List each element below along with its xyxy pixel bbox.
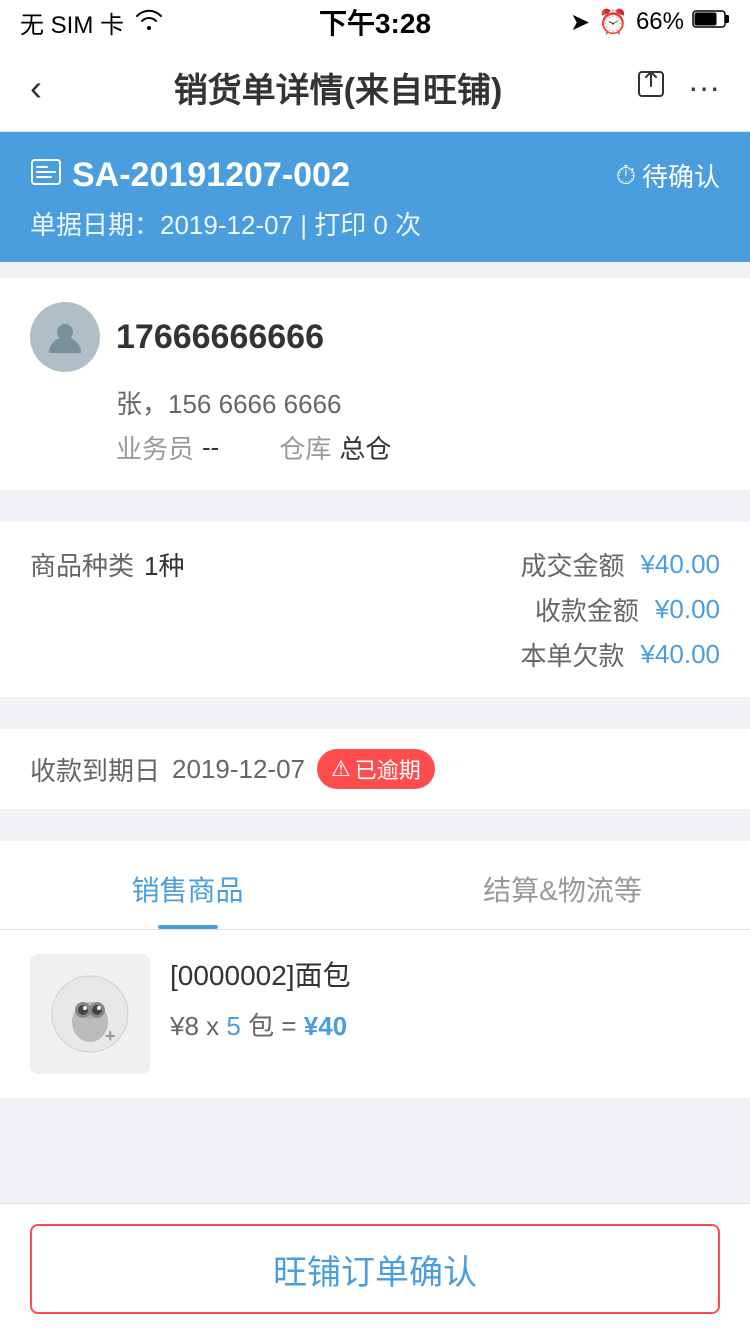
overdue-icon: ⚠ [331,756,351,782]
product-item: + [0000002]面包 ¥8 x 5 包 = ¥40 [30,954,720,1074]
nav-bar: ‹ 销货单详情(来自旺铺) ··· [0,44,750,132]
order-status-badge: ⏱ 待确认 [616,157,720,194]
owed-item: 本单欠款 ¥40.00 [520,636,720,673]
product-info: [0000002]面包 ¥8 x 5 包 = ¥40 [170,954,720,1043]
summary-section: 商品种类 1种 成交金额 ¥40.00 收款金额 ¥0.00 本单欠款 ¥40.… [0,522,750,697]
more-button[interactable]: ··· [688,69,720,106]
received-label: 收款金额 [535,591,639,628]
product-name: [0000002]面包 [170,954,720,994]
due-label: 收款到期日 [30,751,160,788]
order-id: SA-20191207-002 [30,156,350,195]
received-value: ¥0.00 [655,594,720,625]
status-bar-left: 无 SIM 卡 [20,5,164,40]
sales-meta: 业务员 -- [116,429,219,466]
overdue-text: 已逾期 [355,753,421,785]
svg-text:+: + [105,1026,116,1046]
amount-value: ¥40.00 [640,549,720,580]
location-icon: ➤ [570,8,590,37]
due-section: 收款到期日 2019-12-07 ⚠ 已逾期 [0,729,750,809]
warehouse-value: 总仓 [339,429,391,466]
battery-text: 66% [636,8,684,36]
order-icon [30,158,62,194]
status-bar-right: ➤ ⏰ 66% [570,8,730,37]
price-text: ¥8 [170,1011,199,1041]
customer-contact: 张，156 6666 6666 [30,384,720,421]
overdue-badge: ⚠ 已逾期 [317,749,435,789]
wangpu-confirm-button[interactable]: 旺铺订单确认 [30,1224,720,1314]
unit-text: 包 [248,1011,274,1041]
avatar [30,302,100,372]
customer-meta: 业务员 -- 仓库 总仓 [30,429,720,466]
clock-icon: ⏱ [616,160,636,192]
status-bar-time: 下午3:28 [319,2,431,42]
customer-phone: 17666666666 [116,318,324,357]
confirm-button-label: 旺铺订单确认 [273,1245,477,1294]
product-qty: 5 [226,1011,240,1041]
tab-settlement-label: 结算&物流等 [483,875,642,906]
warehouse-label: 仓库 [279,429,331,466]
header-card-top: SA-20191207-002 ⏱ 待确认 [30,156,720,195]
divider-2 [0,697,750,713]
confirm-button-container: 旺铺订单确认 [0,1203,750,1334]
tab-sales[interactable]: 销售商品 [0,841,375,929]
summary-right: 成交金额 ¥40.00 收款金额 ¥0.00 本单欠款 ¥40.00 [520,546,720,673]
status-text: 待确认 [642,157,720,194]
amount-label: 成交金额 [520,546,624,583]
product-type-label: 商品种类 [30,546,134,583]
owed-value: ¥40.00 [640,639,720,670]
tabs-row: 销售商品 结算&物流等 [0,841,750,929]
order-header-card: SA-20191207-002 ⏱ 待确认 单据日期：2019-12-07 | … [0,132,750,262]
divider-3 [0,809,750,825]
sales-value: -- [202,432,219,463]
product-type: 商品种类 1种 [30,546,184,583]
due-date: 2019-12-07 [172,754,305,785]
product-price: ¥8 x 5 包 = ¥40 [170,1006,720,1043]
multiply-text: x [206,1011,226,1041]
tab-sales-label: 销售商品 [131,875,243,906]
product-thumbnail: + [30,954,150,1074]
back-button[interactable]: ‹ [30,67,42,109]
owed-label: 本单欠款 [520,636,624,673]
equals-text: = [281,1011,303,1041]
warehouse-meta: 仓库 总仓 [279,429,391,466]
summary-left: 商品种类 1种 [30,546,184,583]
amount-item: 成交金额 ¥40.00 [520,546,720,583]
product-total: ¥40 [304,1011,347,1041]
page-title: 销货单详情(来自旺铺) [174,63,503,112]
battery-icon [692,8,730,36]
product-type-value: 1种 [144,546,184,583]
product-section: + [0000002]面包 ¥8 x 5 包 = ¥40 [0,930,750,1098]
product-thumb-logo: + [50,974,130,1054]
customer-row: 17666666666 [30,302,720,372]
order-id-text: SA-20191207-002 [72,156,350,195]
tabs-section: 销售商品 结算&物流等 [0,841,750,930]
carrier-text: 无 SIM 卡 [20,5,124,40]
nav-actions: ··· [634,67,720,109]
customer-section: 17666666666 张，156 6666 6666 业务员 -- 仓库 总仓 [0,278,750,490]
alarm-icon: ⏰ [598,8,628,37]
sales-label: 业务员 [116,429,194,466]
divider-1 [0,490,750,506]
wifi-icon [134,8,164,37]
received-item: 收款金额 ¥0.00 [535,591,720,628]
tab-settlement[interactable]: 结算&物流等 [375,841,750,929]
status-bar: 无 SIM 卡 下午3:28 ➤ ⏰ 66% [0,0,750,44]
share-button[interactable] [634,67,668,109]
order-meta: 单据日期：2019-12-07 | 打印 0 次 [30,205,720,242]
